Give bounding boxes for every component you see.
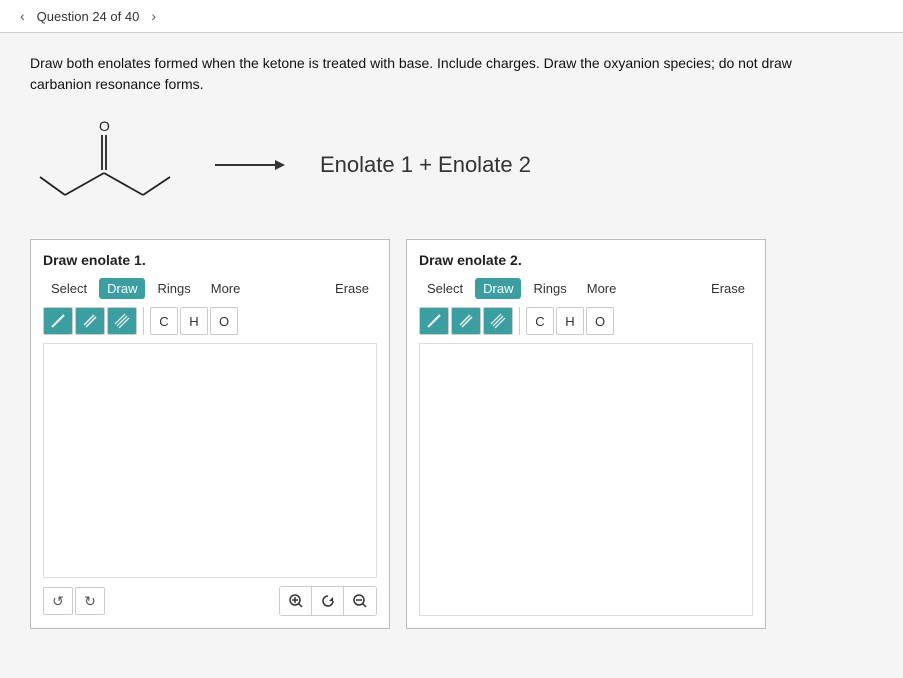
panel1-zoom-out-button[interactable] (344, 587, 376, 615)
panel1-canvas[interactable] (43, 343, 377, 578)
panel2-more-button[interactable]: More (579, 278, 625, 299)
question-counter: Question 24 of 40 (37, 9, 140, 24)
panel1-toolbar: Select Draw Rings More Erase (43, 278, 377, 299)
panel1-double-bond-button[interactable] (75, 307, 105, 335)
next-question-button[interactable]: › (147, 6, 160, 26)
panel1-undo-button[interactable]: ↺ (43, 587, 73, 615)
panel1-zoom-in-button[interactable] (280, 587, 312, 615)
prev-question-button[interactable]: ‹ (16, 6, 29, 26)
molecule-area: O Enolate 1 + Enolate 2 (30, 115, 873, 215)
enolate-equation-label: Enolate 1 + Enolate 2 (320, 152, 531, 178)
panel1-oxygen-button[interactable]: O (210, 307, 238, 335)
panel2-select-button[interactable]: Select (419, 278, 471, 299)
panel2-triple-bond-button[interactable] (483, 307, 513, 335)
panel1-draw-tools: C H O (43, 307, 377, 335)
panel2-tool-separator (519, 307, 520, 335)
question-text: Draw both enolates formed when the keton… (30, 53, 850, 95)
svg-text:O: O (99, 118, 110, 134)
panel1-rings-button[interactable]: Rings (149, 278, 198, 299)
panel2-erase-button[interactable]: Erase (703, 278, 753, 299)
panel1-carbon-button[interactable]: C (150, 307, 178, 335)
panel1-select-button[interactable]: Select (43, 278, 95, 299)
panel1-draw-button[interactable]: Draw (99, 278, 145, 299)
ketone-structure: O (30, 115, 190, 215)
panel1-zoom-reset-button[interactable] (312, 587, 344, 615)
enolate2-panel: Draw enolate 2. Select Draw Rings More E… (406, 239, 766, 629)
panel2-carbon-button[interactable]: C (526, 307, 554, 335)
panel2-rings-button[interactable]: Rings (525, 278, 574, 299)
panel1-hydrogen-button[interactable]: H (180, 307, 208, 335)
panel1-zoom-controls (279, 586, 377, 616)
top-navigation: ‹ Question 24 of 40 › (0, 0, 903, 33)
panel1-title: Draw enolate 1. (43, 252, 377, 268)
draw-panels-container: Draw enolate 1. Select Draw Rings More E… (30, 239, 873, 629)
panel2-oxygen-button[interactable]: O (586, 307, 614, 335)
enolate1-panel: Draw enolate 1. Select Draw Rings More E… (30, 239, 390, 629)
main-content: Draw both enolates formed when the keton… (0, 33, 903, 678)
panel2-single-bond-button[interactable] (419, 307, 449, 335)
panel2-draw-button[interactable]: Draw (475, 278, 521, 299)
panel1-single-bond-button[interactable] (43, 307, 73, 335)
panel2-title: Draw enolate 2. (419, 252, 753, 268)
panel1-more-button[interactable]: More (203, 278, 249, 299)
panel2-toolbar: Select Draw Rings More Erase (419, 278, 753, 299)
panel1-triple-bond-button[interactable] (107, 307, 137, 335)
panel2-hydrogen-button[interactable]: H (556, 307, 584, 335)
panel1-undo-redo: ↺ ↻ (43, 587, 105, 615)
panel2-canvas[interactable] (419, 343, 753, 616)
panel1-erase-button[interactable]: Erase (327, 278, 377, 299)
panel2-draw-tools: C H O (419, 307, 753, 335)
reaction-arrow (210, 150, 290, 180)
panel1-redo-button[interactable]: ↻ (75, 587, 105, 615)
panel2-double-bond-button[interactable] (451, 307, 481, 335)
panel1-tool-separator (143, 307, 144, 335)
panel1-bottom-controls: ↺ ↻ (43, 586, 377, 616)
